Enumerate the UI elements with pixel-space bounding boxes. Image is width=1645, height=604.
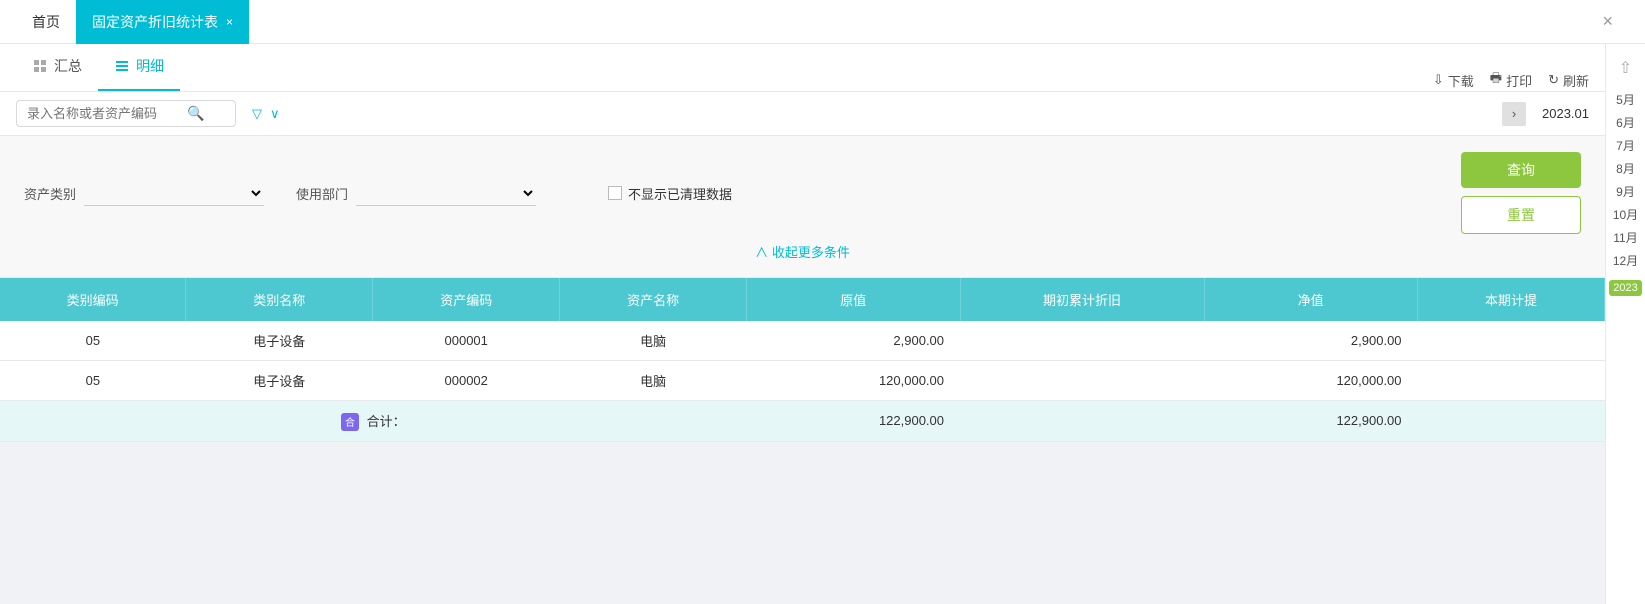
cell-net-value: 2,900.00 [1204, 321, 1417, 361]
sidebar-month-item[interactable]: 12月 [1613, 249, 1638, 272]
department-label: 使用部门 [296, 184, 348, 203]
total-net-value: 122,900.00 [1204, 401, 1417, 442]
cell-asset-code: 000001 [373, 321, 560, 361]
filter-row: 资产类别 使用部门 不显示已清理数据 查询 重置 [24, 152, 1581, 234]
top-nav: 首页 固定资产折旧统计表 × × [0, 0, 1645, 44]
collapse-icon: ∧ [755, 245, 768, 260]
download-label: 下载 [1448, 71, 1474, 90]
summary-icon [32, 58, 48, 74]
arrow-right-button[interactable]: › [1502, 102, 1526, 126]
table-wrap: 类别编码 类别名称 资产编码 资产名称 原值 期初累计折旧 净值 本期计提 05… [0, 278, 1605, 442]
filter-department: 使用部门 [296, 180, 536, 206]
cell-net-value: 120,000.00 [1204, 361, 1417, 401]
window-close-button[interactable]: × [1586, 11, 1629, 32]
chevron-down-icon: ∨ [270, 106, 280, 122]
asset-category-label: 资产类别 [24, 184, 76, 203]
filter-area: 资产类别 使用部门 不显示已清理数据 查询 重置 ∧ 收起更 [0, 136, 1605, 278]
total-current-depreciation [1418, 401, 1605, 442]
col-header-initial-depreciation: 期初累计折旧 [960, 278, 1204, 321]
cell-original-value: 120,000.00 [747, 361, 960, 401]
col-header-asset-name: 资产名称 [560, 278, 747, 321]
cell-initial-depreciation [960, 321, 1204, 361]
download-button[interactable]: ⇩ 下载 [1433, 71, 1474, 90]
sidebar-month-item[interactable]: 11月 [1613, 226, 1638, 249]
download-icon: ⇩ [1433, 72, 1444, 88]
query-button[interactable]: 查询 [1461, 152, 1581, 188]
date-display: 2023.01 [1542, 106, 1589, 121]
tab-detail-label: 明细 [136, 56, 164, 76]
tab-summary-label: 汇总 [54, 56, 82, 76]
right-sidebar: ⇧ 5月6月7月8月9月10月11月12月 2023 [1605, 44, 1645, 604]
cell-original-value: 2,900.00 [747, 321, 960, 361]
print-icon: 🖶 [1490, 69, 1502, 91]
no-cleared-label: 不显示已清理数据 [628, 184, 732, 203]
detail-icon [114, 58, 130, 74]
cell-category-code: 05 [0, 321, 186, 361]
toolbar-actions: ⇩ 下载 🖶 打印 ↻ 刷新 [1433, 69, 1589, 91]
col-header-original-value: 原值 [747, 278, 960, 321]
filter-no-cleared: 不显示已清理数据 [608, 184, 732, 203]
total-original-value: 122,900.00 [747, 401, 960, 442]
cell-current-depreciation [1418, 361, 1605, 401]
col-header-asset-code: 资产编码 [373, 278, 560, 321]
cell-category-name: 电子设备 [186, 361, 373, 401]
toolbar-tabs: 汇总 明细 ⇩ 下载 🖶 打印 ↻ 刷新 [0, 44, 1605, 92]
cell-current-depreciation [1418, 321, 1605, 361]
cell-asset-code: 000002 [373, 361, 560, 401]
collapse-label: 收起更多条件 [772, 245, 850, 260]
asset-category-select[interactable] [84, 180, 264, 206]
table-row: 05 电子设备 000001 电脑 2,900.00 2,900.00 [0, 321, 1605, 361]
no-cleared-checkbox[interactable] [608, 186, 622, 200]
filter-actions: 查询 重置 [1461, 152, 1581, 234]
sidebar-month-item[interactable]: 7月 [1613, 134, 1638, 157]
total-icon: 合 [341, 413, 359, 431]
table-row: 05 电子设备 000002 电脑 120,000.00 120,000.00 [0, 361, 1605, 401]
sidebar-months: 5月6月7月8月9月10月11月12月 [1613, 88, 1638, 272]
more-conditions-button[interactable]: ▽ ∨ [252, 106, 280, 122]
cell-asset-name: 电脑 [560, 361, 747, 401]
refresh-label: 刷新 [1563, 71, 1589, 90]
sidebar-month-item[interactable]: 10月 [1613, 203, 1638, 226]
table-header-row: 类别编码 类别名称 资产编码 资产名称 原值 期初累计折旧 净值 本期计提 [0, 278, 1605, 321]
total-label-cell: 合 合计： [0, 401, 747, 442]
col-header-current-depreciation: 本期计提 [1418, 278, 1605, 321]
nav-tab-fixed-assets[interactable]: 固定资产折旧统计表 × [76, 0, 249, 44]
cell-category-code: 05 [0, 361, 186, 401]
cell-category-name: 电子设备 [186, 321, 373, 361]
department-select[interactable] [356, 180, 536, 206]
sidebar-month-item[interactable]: 9月 [1613, 180, 1638, 203]
total-initial-depreciation [960, 401, 1204, 442]
col-header-category-name: 类别名称 [186, 278, 373, 321]
sidebar-month-item[interactable]: 6月 [1613, 111, 1638, 134]
sidebar-month-item[interactable]: 8月 [1613, 157, 1638, 180]
tab-summary[interactable]: 汇总 [16, 43, 98, 91]
col-header-category-code: 类别编码 [0, 278, 186, 321]
filter-asset-category: 资产类别 [24, 180, 264, 206]
cell-asset-name: 电脑 [560, 321, 747, 361]
print-label: 打印 [1506, 71, 1532, 90]
search-icon[interactable]: 🔍 [187, 105, 204, 122]
search-input[interactable] [27, 106, 187, 121]
filter-icon: ▽ [252, 106, 262, 122]
main-content: 汇总 明细 ⇩ 下载 🖶 打印 ↻ 刷新 [0, 44, 1605, 442]
sidebar-month-item[interactable]: 5月 [1613, 88, 1638, 111]
col-header-net-value: 净值 [1204, 278, 1417, 321]
tab-detail[interactable]: 明细 [98, 43, 180, 91]
reset-button[interactable]: 重置 [1461, 196, 1581, 234]
nav-tab-label: 固定资产折旧统计表 [92, 12, 218, 32]
refresh-button[interactable]: ↻ 刷新 [1548, 71, 1589, 90]
search-input-wrap: 🔍 [16, 100, 236, 127]
sidebar-scroll-up[interactable]: ⇧ [1610, 52, 1642, 84]
table-total-row: 合 合计： 122,900.00 122,900.00 [0, 401, 1605, 442]
search-bar: 🔍 ▽ ∨ › 2023.01 [0, 92, 1605, 136]
close-icon[interactable]: × [226, 15, 233, 29]
refresh-icon: ↻ [1548, 72, 1559, 88]
nav-home[interactable]: 首页 [16, 12, 76, 32]
print-button[interactable]: 🖶 打印 [1490, 69, 1532, 91]
cell-initial-depreciation [960, 361, 1204, 401]
collapse-conditions-button[interactable]: ∧ 收起更多条件 [24, 234, 1581, 261]
data-table: 类别编码 类别名称 资产编码 资产名称 原值 期初累计折旧 净值 本期计提 05… [0, 278, 1605, 442]
sidebar-year-badge[interactable]: 2023 [1609, 280, 1641, 296]
